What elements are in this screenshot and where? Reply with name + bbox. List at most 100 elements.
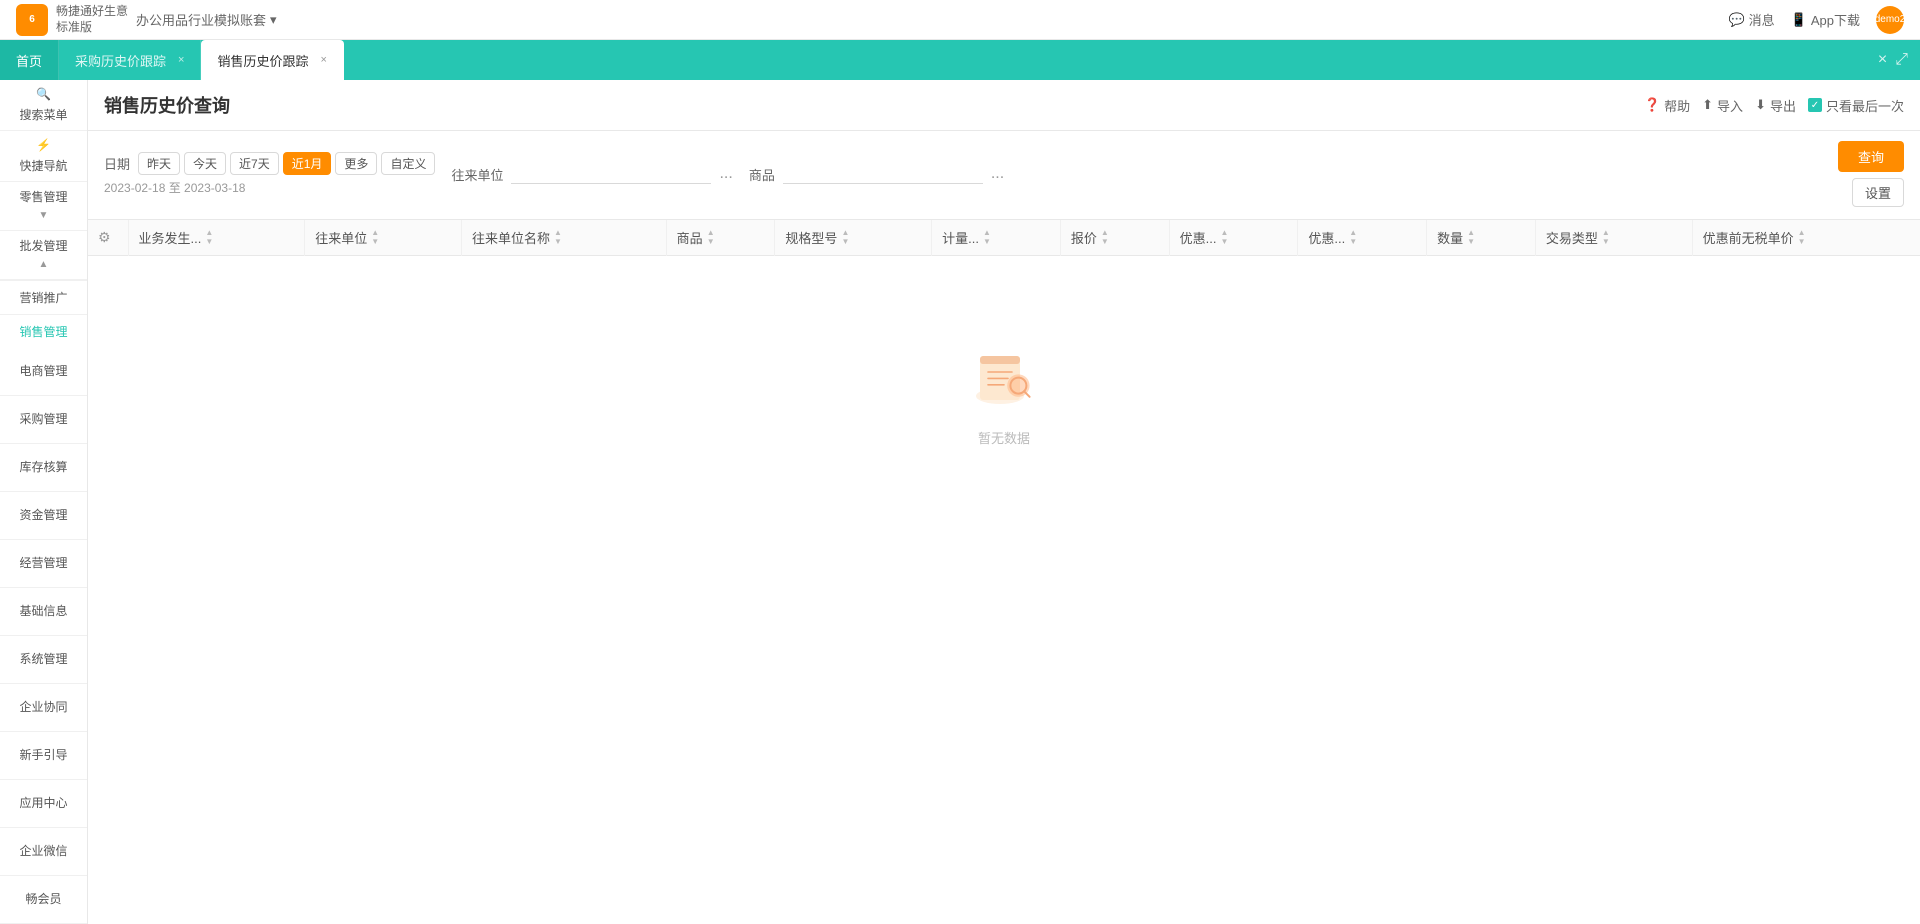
- top-bar: 6 畅捷通好生意 标准版 办公用品行业模拟账套 ▾ 💬 消息 📱 App下载 d…: [0, 0, 1920, 40]
- dropdown-icon: ▾: [270, 12, 277, 28]
- sidebar-item-sales-mgmt[interactable]: 销售管理: [0, 314, 87, 348]
- download-icon: 📱: [1791, 12, 1807, 28]
- export-btn[interactable]: ⬇ 导出: [1755, 96, 1796, 115]
- query-button[interactable]: 查询: [1838, 141, 1904, 172]
- import-btn[interactable]: ⬆ 导入: [1702, 96, 1743, 115]
- page-actions: ❓ 帮助 ⬆ 导入 ⬇ 导出 ✓ 只看最后一次: [1644, 96, 1904, 115]
- sidebar-item-inventory[interactable]: 库存核算: [0, 444, 87, 492]
- partner-filter: 往来单位 ...: [451, 164, 732, 184]
- sort-arrows-trade-type[interactable]: ▲ ▼: [1602, 229, 1610, 246]
- sort-arrows-quantity[interactable]: ▲ ▼: [1467, 229, 1475, 246]
- sidebar-item-guide[interactable]: 新手引导: [0, 732, 87, 780]
- settings-icon[interactable]: ⚙: [98, 229, 111, 245]
- tab-bar: 首页 采购历史价跟踪 × 销售历史价跟踪 × × ⤢: [0, 40, 1920, 80]
- sort-arrows-unit[interactable]: ▲ ▼: [983, 229, 991, 246]
- checkbox-checked-icon: ✓: [1808, 98, 1822, 112]
- only-last-checkbox[interactable]: ✓ 只看最后一次: [1808, 96, 1904, 115]
- date-range-display: 2023-02-18 至 2023-03-18: [104, 179, 435, 196]
- sort-arrows-partner-code[interactable]: ▲ ▼: [371, 229, 379, 246]
- avatar: demo2: [1876, 6, 1904, 34]
- empty-state: 暂无数据: [88, 256, 1920, 527]
- date-buttons: 昨天 今天 近7天 近1月 更多 自定义: [138, 152, 435, 175]
- col-spec: 规格型号 ▲ ▼: [775, 220, 932, 256]
- col-product: 商品 ▲ ▼: [666, 220, 775, 256]
- tab-sales-close[interactable]: ×: [320, 54, 326, 66]
- product-input[interactable]: [783, 164, 983, 184]
- col-price: 报价 ▲ ▼: [1060, 220, 1169, 256]
- sidebar: 🔍 搜索菜单 ⚡ 快捷导航 零售管理 ▼ 批发管理 ▲ 营销推广 销售管理 电商…: [0, 80, 88, 924]
- col-quantity: 数量 ▲ ▼: [1427, 220, 1536, 256]
- date-btn-yesterday[interactable]: 昨天: [138, 152, 180, 175]
- col-discount1: 优惠... ▲ ▼: [1169, 220, 1298, 256]
- sidebar-item-operations[interactable]: 经营管理: [0, 540, 87, 588]
- partner-dots[interactable]: ...: [719, 165, 732, 183]
- app-download-btn[interactable]: 📱 App下载: [1791, 10, 1860, 29]
- content-area: 销售历史价查询 ❓ 帮助 ⬆ 导入 ⬇ 导出 ✓: [88, 80, 1920, 924]
- partner-input[interactable]: [511, 164, 711, 184]
- sidebar-item-purchase[interactable]: 采购管理: [0, 396, 87, 444]
- tab-purchase-close[interactable]: ×: [178, 54, 184, 66]
- tab-home[interactable]: 首页: [0, 40, 59, 80]
- restore-window-btn[interactable]: ⤢: [1895, 51, 1908, 69]
- sort-arrows-spec[interactable]: ▲ ▼: [841, 229, 849, 246]
- sidebar-item-wholesale[interactable]: 批发管理 ▲: [0, 231, 87, 280]
- filter-date-group: 日期 昨天 今天 近7天 近1月 更多 自定义 2023-02-18 至 202…: [104, 152, 435, 196]
- help-btn[interactable]: ❓ 帮助: [1644, 96, 1690, 115]
- sort-arrows-pretax-price[interactable]: ▲ ▼: [1798, 229, 1806, 246]
- filter-bar: 日期 昨天 今天 近7天 近1月 更多 自定义 2023-02-18 至 202…: [88, 131, 1920, 220]
- col-discount2: 优惠... ▲ ▼: [1298, 220, 1427, 256]
- page-title: 销售历史价查询: [104, 92, 230, 118]
- search-icon: 🔍: [36, 86, 51, 103]
- sort-arrows-discount2[interactable]: ▲ ▼: [1349, 229, 1357, 246]
- col-settings: ⚙: [88, 220, 128, 256]
- col-pretax-price: 优惠前无税单价 ▲ ▼: [1692, 220, 1920, 256]
- message-btn[interactable]: 💬 消息: [1728, 10, 1774, 29]
- sidebar-item-ecommerce[interactable]: 电商管理: [0, 348, 87, 396]
- sort-arrows-product[interactable]: ▲ ▼: [707, 229, 715, 246]
- col-partner-name: 往来单位名称 ▲ ▼: [461, 220, 666, 256]
- sidebar-item-quick[interactable]: ⚡ 快捷导航: [0, 131, 87, 182]
- sidebar-item-basic[interactable]: 基础信息: [0, 588, 87, 636]
- table-wrap: ⚙ 业务发生... ▲ ▼: [88, 220, 1920, 924]
- retail-arrow: ▼: [39, 209, 49, 223]
- wholesale-arrow: ▲: [39, 258, 49, 272]
- sidebar-item-system[interactable]: 系统管理: [0, 636, 87, 684]
- sidebar-item-wechat[interactable]: 企业微信: [0, 828, 87, 876]
- sidebar-item-marketing[interactable]: 营销推广: [0, 280, 87, 314]
- export-icon: ⬇: [1755, 97, 1766, 113]
- main-layout: 🔍 搜索菜单 ⚡ 快捷导航 零售管理 ▼ 批发管理 ▲ 营销推广 销售管理 电商…: [0, 80, 1920, 924]
- tab-sales[interactable]: 销售历史价跟踪 ×: [201, 40, 343, 80]
- account-selector[interactable]: 办公用品行业模拟账套 ▾: [136, 10, 277, 29]
- user-menu[interactable]: demo2: [1876, 6, 1904, 34]
- date-btn-7days[interactable]: 近7天: [230, 152, 279, 175]
- col-partner-code: 往来单位 ▲ ▼: [305, 220, 462, 256]
- date-btn-more[interactable]: 更多: [335, 152, 377, 175]
- app-title: 畅捷通好生意 标准版: [56, 4, 128, 35]
- quick-icon: ⚡: [36, 137, 51, 154]
- sidebar-item-app-center[interactable]: 应用中心: [0, 780, 87, 828]
- sort-arrows-price[interactable]: ▲ ▼: [1101, 229, 1109, 246]
- date-btn-today[interactable]: 今天: [184, 152, 226, 175]
- settings-button[interactable]: 设置: [1852, 178, 1904, 207]
- sidebar-item-member[interactable]: 畅会员: [0, 876, 87, 924]
- sort-arrows-discount1[interactable]: ▲ ▼: [1220, 229, 1228, 246]
- close-window-btn[interactable]: ×: [1878, 51, 1887, 69]
- sidebar-item-cooperation[interactable]: 企业协同: [0, 684, 87, 732]
- date-btn-custom[interactable]: 自定义: [381, 152, 435, 175]
- sort-arrows-biz-date[interactable]: ▲ ▼: [205, 229, 213, 246]
- import-icon: ⬆: [1702, 97, 1713, 113]
- data-table: ⚙ 业务发生... ▲ ▼: [88, 220, 1920, 527]
- tab-purchase[interactable]: 采购历史价跟踪 ×: [59, 40, 201, 80]
- product-dots[interactable]: ...: [991, 165, 1004, 183]
- page-header: 销售历史价查询 ❓ 帮助 ⬆ 导入 ⬇ 导出 ✓: [88, 80, 1920, 131]
- date-btn-1month[interactable]: 近1月: [283, 152, 332, 175]
- sidebar-item-search[interactable]: 🔍 搜索菜单: [0, 80, 87, 131]
- sort-arrows-partner-name[interactable]: ▲ ▼: [554, 229, 562, 246]
- sidebar-item-retail[interactable]: 零售管理 ▼: [0, 182, 87, 231]
- page-title-bar: 销售历史价查询 ❓ 帮助 ⬆ 导入 ⬇ 导出 ✓: [104, 92, 1904, 118]
- table-header-row: ⚙ 业务发生... ▲ ▼: [88, 220, 1920, 256]
- app-logo: 6: [16, 4, 48, 36]
- sidebar-item-finance[interactable]: 资金管理: [0, 492, 87, 540]
- top-bar-right: 💬 消息 📱 App下载 demo2: [1728, 6, 1904, 34]
- tab-bar-actions: × ⤢: [1866, 51, 1920, 69]
